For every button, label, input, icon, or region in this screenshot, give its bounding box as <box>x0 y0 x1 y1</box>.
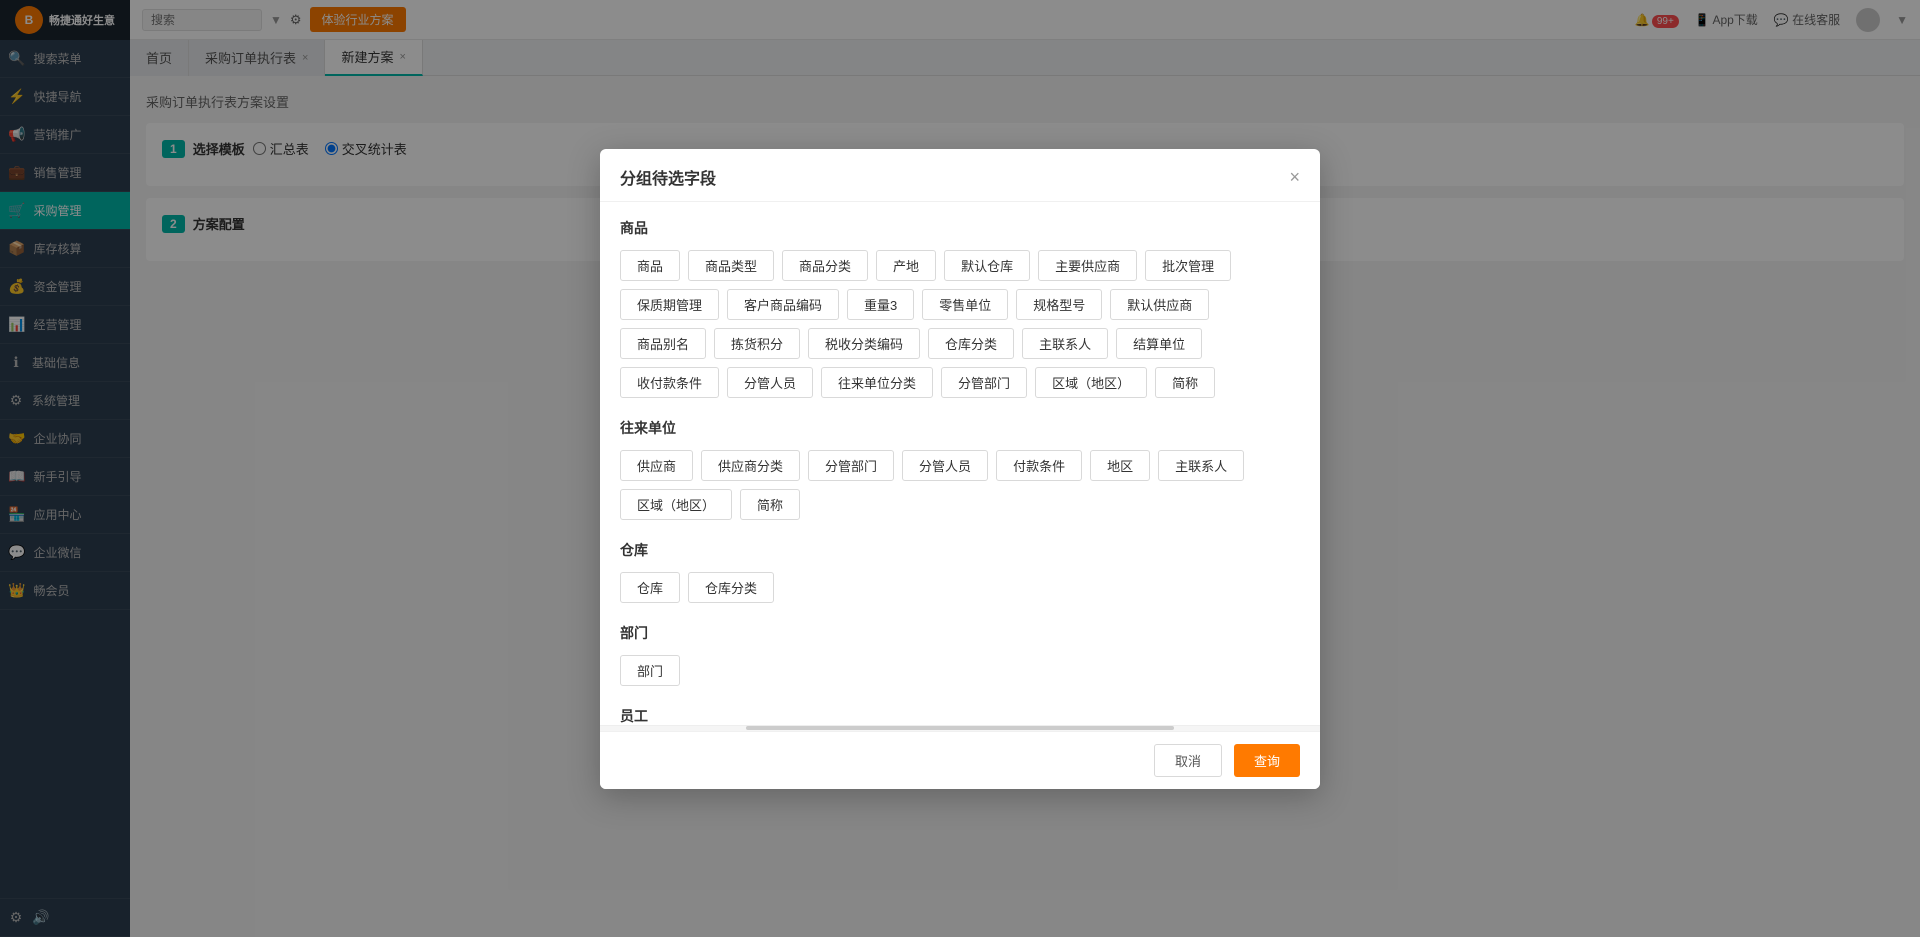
field-tag[interactable]: 商品分类 <box>782 250 868 281</box>
section-employee: 员工 业务员 <box>620 706 1300 725</box>
field-tag[interactable]: 零售单位 <box>922 289 1008 320</box>
field-tag[interactable]: 商品类型 <box>688 250 774 281</box>
field-tag[interactable]: 仓库分类 <box>928 328 1014 359</box>
field-tag[interactable]: 结算单位 <box>1116 328 1202 359</box>
field-tag[interactable]: 分管人员 <box>727 367 813 398</box>
field-tag[interactable]: 区域（地区） <box>620 489 732 520</box>
field-tag[interactable]: 客户商品编码 <box>727 289 839 320</box>
field-tag[interactable]: 分管部门 <box>941 367 1027 398</box>
field-tag[interactable]: 默认仓库 <box>944 250 1030 281</box>
modal-title: 分组待选字段 <box>620 165 716 189</box>
section-department-title: 部门 <box>620 623 1300 643</box>
product-field-grid: 商品 商品类型 商品分类 产地 默认仓库 主要供应商 批次管理 保质期管理 客户… <box>620 250 1300 398</box>
field-tag[interactable]: 简称 <box>1155 367 1215 398</box>
field-tag[interactable]: 仓库分类 <box>688 572 774 603</box>
modal-footer: 取消 查询 <box>600 731 1320 789</box>
field-tag[interactable]: 主要供应商 <box>1038 250 1137 281</box>
field-tag[interactable]: 收付款条件 <box>620 367 719 398</box>
field-tag[interactable]: 商品 <box>620 250 680 281</box>
horizontal-scrollbar-thumb[interactable] <box>746 726 1173 730</box>
section-product-title: 商品 <box>620 218 1300 238</box>
field-tag[interactable]: 区域（地区） <box>1035 367 1147 398</box>
modal-close-btn[interactable]: × <box>1289 168 1300 186</box>
field-tag[interactable]: 税收分类编码 <box>808 328 920 359</box>
cancel-button[interactable]: 取消 <box>1154 744 1222 777</box>
section-department: 部门 部门 <box>620 623 1300 686</box>
field-tag[interactable]: 供应商分类 <box>701 450 800 481</box>
section-warehouse-title: 仓库 <box>620 540 1300 560</box>
field-tag[interactable]: 分管人员 <box>902 450 988 481</box>
horizontal-scrollbar-area <box>600 725 1320 731</box>
field-tag[interactable]: 主联系人 <box>1158 450 1244 481</box>
field-tag[interactable]: 商品别名 <box>620 328 706 359</box>
field-tag[interactable]: 默认供应商 <box>1110 289 1209 320</box>
field-tag[interactable]: 拣货积分 <box>714 328 800 359</box>
field-tag[interactable]: 主联系人 <box>1022 328 1108 359</box>
section-partner: 往来单位 供应商 供应商分类 分管部门 分管人员 付款条件 地区 主联系人 区域… <box>620 418 1300 520</box>
field-tag[interactable]: 仓库 <box>620 572 680 603</box>
field-select-modal: 分组待选字段 × 商品 商品 商品类型 商品分类 产地 默认仓库 主要供应商 批… <box>600 149 1320 789</box>
department-field-grid: 部门 <box>620 655 1300 686</box>
confirm-button[interactable]: 查询 <box>1234 744 1300 777</box>
section-employee-title: 员工 <box>620 706 1300 725</box>
modal-body: 商品 商品 商品类型 商品分类 产地 默认仓库 主要供应商 批次管理 保质期管理… <box>600 202 1320 725</box>
field-tag[interactable]: 产地 <box>876 250 936 281</box>
modal-overlay[interactable]: 分组待选字段 × 商品 商品 商品类型 商品分类 产地 默认仓库 主要供应商 批… <box>0 0 1920 937</box>
field-tag[interactable]: 分管部门 <box>808 450 894 481</box>
field-tag[interactable]: 付款条件 <box>996 450 1082 481</box>
modal-header: 分组待选字段 × <box>600 149 1320 202</box>
field-tag[interactable]: 重量3 <box>847 289 914 320</box>
field-tag[interactable]: 地区 <box>1090 450 1150 481</box>
field-tag[interactable]: 保质期管理 <box>620 289 719 320</box>
field-tag[interactable]: 供应商 <box>620 450 693 481</box>
field-tag[interactable]: 批次管理 <box>1145 250 1231 281</box>
section-partner-title: 往来单位 <box>620 418 1300 438</box>
field-tag[interactable]: 部门 <box>620 655 680 686</box>
partner-field-grid: 供应商 供应商分类 分管部门 分管人员 付款条件 地区 主联系人 区域（地区） … <box>620 450 1300 520</box>
warehouse-field-grid: 仓库 仓库分类 <box>620 572 1300 603</box>
field-tag[interactable]: 往来单位分类 <box>821 367 933 398</box>
field-tag[interactable]: 简称 <box>740 489 800 520</box>
section-product: 商品 商品 商品类型 商品分类 产地 默认仓库 主要供应商 批次管理 保质期管理… <box>620 218 1300 398</box>
field-tag[interactable]: 规格型号 <box>1016 289 1102 320</box>
section-warehouse: 仓库 仓库 仓库分类 <box>620 540 1300 603</box>
